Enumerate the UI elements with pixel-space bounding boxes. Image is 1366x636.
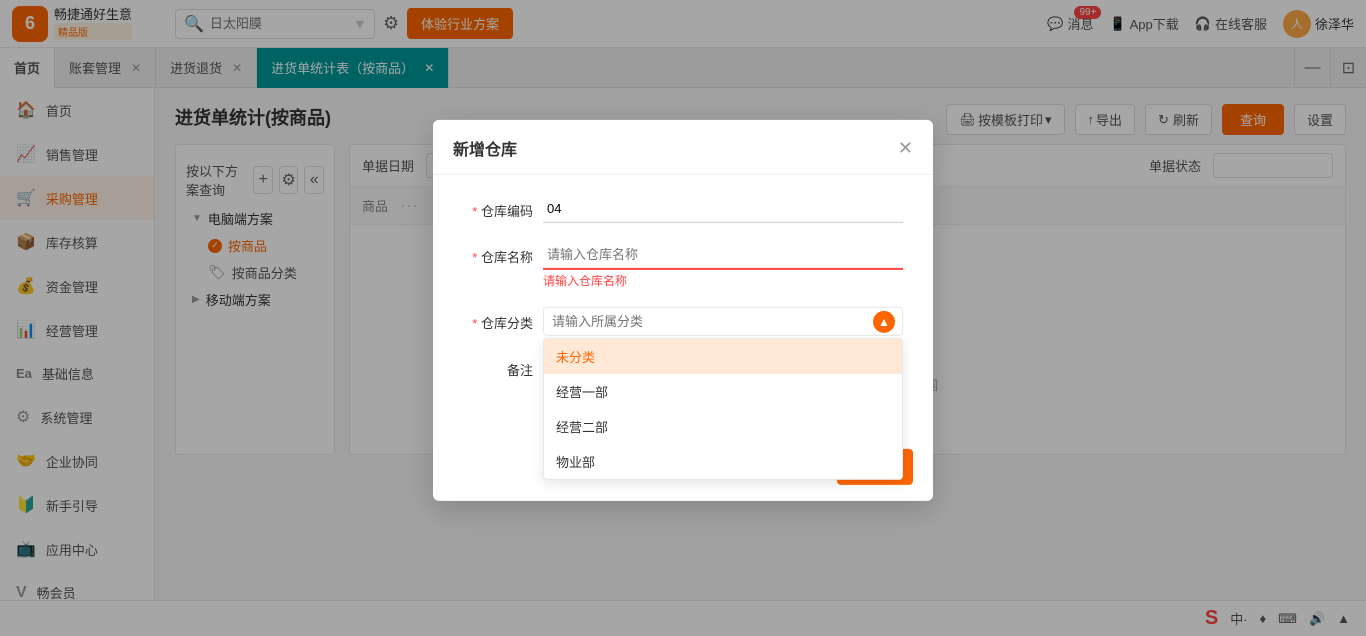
category-select-wrap: ▲ 未分类 经营一部 经营二部 物业部 bbox=[543, 307, 903, 336]
note-label: 备注 bbox=[463, 354, 533, 379]
name-label: * 仓库名称 bbox=[463, 241, 533, 266]
category-dropdown: 未分类 经营一部 经营二部 物业部 bbox=[543, 338, 903, 480]
code-input-wrap bbox=[543, 195, 903, 223]
dropdown-item-op2[interactable]: 经营二部 bbox=[544, 409, 902, 444]
modal-close-button[interactable]: ✕ bbox=[898, 137, 913, 158]
warehouse-name-row: * 仓库名称 请输入仓库名称 bbox=[463, 241, 903, 289]
warehouse-name-input[interactable] bbox=[543, 241, 903, 270]
category-toggle-button[interactable]: ▲ bbox=[873, 310, 895, 332]
dropdown-item-op3[interactable]: 物业部 bbox=[544, 444, 902, 479]
add-warehouse-modal: 新增仓库 ✕ * 仓库编码 * 仓库名称 请输入仓库名称 bbox=[433, 120, 933, 501]
warehouse-category-row: * 仓库分类 ▲ 未分类 经营一部 经营二部 物业部 bbox=[463, 307, 903, 336]
warehouse-code-row: * 仓库编码 bbox=[463, 195, 903, 223]
name-error-msg: 请输入仓库名称 bbox=[543, 272, 903, 289]
dropdown-item-uncategorized[interactable]: 未分类 bbox=[544, 339, 902, 374]
modal-title: 新增仓库 bbox=[453, 136, 517, 160]
name-input-wrap: 请输入仓库名称 bbox=[543, 241, 903, 289]
warehouse-category-input[interactable] bbox=[543, 307, 903, 336]
code-label: * 仓库编码 bbox=[463, 195, 533, 220]
modal-body: * 仓库编码 * 仓库名称 请输入仓库名称 * 仓库分类 bbox=[433, 175, 933, 437]
category-form-label: * 仓库分类 bbox=[463, 307, 533, 332]
required-star: * bbox=[472, 204, 477, 219]
modal-header: 新增仓库 ✕ bbox=[433, 120, 933, 175]
warehouse-code-input[interactable] bbox=[543, 195, 903, 223]
dropdown-item-op1[interactable]: 经营一部 bbox=[544, 374, 902, 409]
required-star2: * bbox=[472, 250, 477, 265]
required-star3: * bbox=[472, 316, 477, 331]
